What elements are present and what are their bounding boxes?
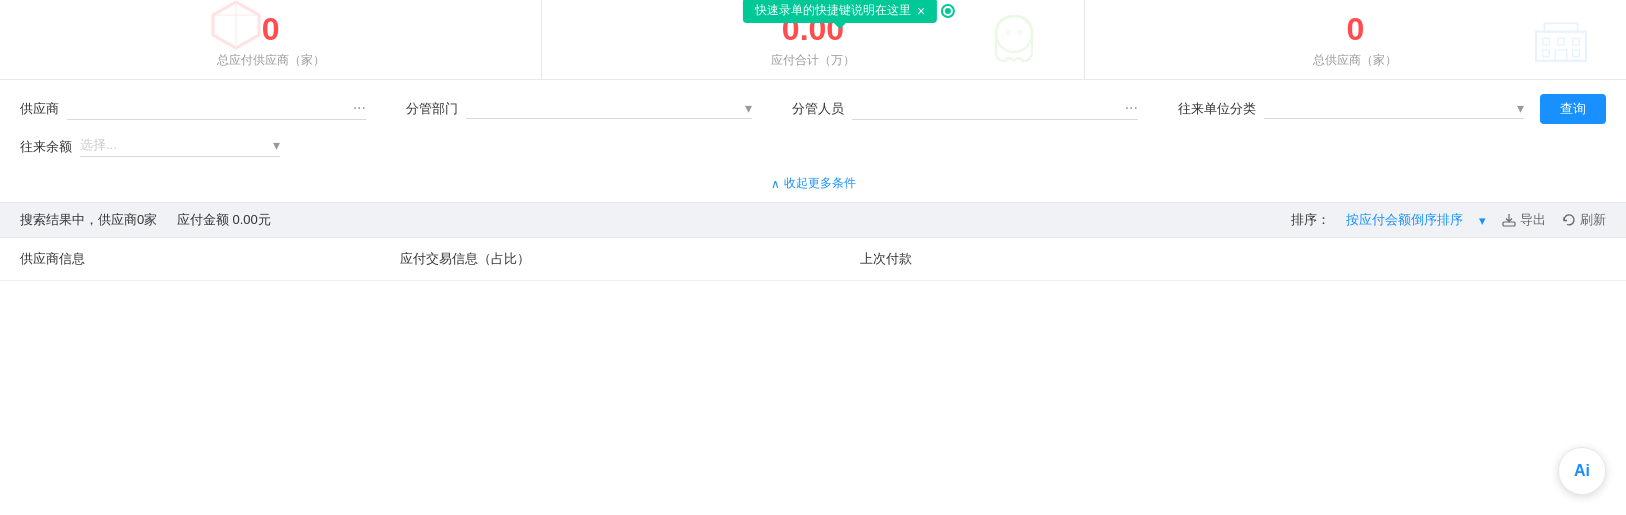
filter-row-1: 供应商 ··· 分管部门 ▾ 分管人员 ··· (20, 94, 1606, 124)
filter-row-2: 往来余额 选择... ▾ (20, 136, 1606, 157)
stat-payable-total: 0.00 应付合计（万） 快速录单的快捷键说明在这里 × (542, 0, 1084, 79)
refresh-label[interactable]: 刷新 (1580, 211, 1606, 229)
manager-label: 分管人员 (792, 100, 844, 118)
refresh-icon (1562, 213, 1576, 227)
balance-select-wrap: 选择... ▾ (80, 136, 280, 157)
collapse-bar: ∧ 收起更多条件 (20, 169, 1606, 202)
unit-category-chevron-icon[interactable]: ▾ (1517, 100, 1524, 116)
payable-total-label: 应付合计（万） (771, 52, 855, 69)
manager-input[interactable] (852, 100, 1121, 115)
svg-rect-13 (1555, 50, 1567, 61)
svg-point-5 (1017, 29, 1023, 35)
collapse-button[interactable]: ∧ 收起更多条件 (771, 175, 856, 192)
collapse-label: 收起更多条件 (784, 175, 856, 192)
total-suppliers-label: 总供应商（家） (1313, 52, 1397, 69)
tooltip-close-btn[interactable]: × (917, 4, 925, 18)
col-last-payment-header: 上次付款 (860, 250, 1606, 268)
department-select-wrap: ▾ (466, 100, 752, 119)
col-supplier-header: 供应商信息 (20, 250, 400, 268)
sort-chevron-icon[interactable]: ▾ (1479, 213, 1486, 228)
svg-rect-8 (1543, 38, 1550, 45)
results-info-area: 搜索结果中，供应商0家 应付金额 0.00元 (20, 211, 271, 229)
building-watermark-icon (1526, 15, 1596, 65)
svg-rect-12 (1573, 50, 1580, 57)
table-header: 供应商信息 应付交易信息（占比） 上次付款 (0, 238, 1626, 281)
svg-point-3 (996, 16, 1032, 52)
unit-category-label: 往来单位分类 (1178, 100, 1256, 118)
export-icon (1502, 213, 1516, 227)
table-body (0, 281, 1626, 515)
total-payable-suppliers-value: 0 (262, 10, 280, 48)
total-suppliers-value: 0 (1346, 10, 1364, 48)
export-button[interactable]: 导出 (1502, 211, 1546, 229)
diamond-logo-icon (211, 0, 261, 50)
supplier-more-icon[interactable]: ··· (353, 99, 366, 117)
stat-total-payable-suppliers: 0 总应付供应商（家） (0, 0, 542, 79)
balance-label: 往来余额 (20, 138, 72, 156)
results-bar: 搜索结果中，供应商0家 应付金额 0.00元 排序： 按应付会额倒序排序 ▾ 导… (0, 203, 1626, 238)
collapse-chevron-up-icon: ∧ (771, 177, 780, 191)
tooltip-text: 快速录单的快捷键说明在这里 (755, 2, 911, 19)
supplier-label: 供应商 (20, 100, 59, 118)
results-amount: 应付金额 0.00元 (177, 212, 271, 227)
supplier-input[interactable] (67, 100, 349, 115)
balance-placeholder: 选择... (80, 136, 269, 154)
filter-balance: 往来余额 选择... ▾ (20, 136, 280, 157)
stat-total-suppliers: 0 总供应商（家） (1085, 0, 1626, 79)
filter-department: 分管部门 ▾ (406, 100, 752, 119)
svg-point-4 (1005, 29, 1011, 35)
refresh-button[interactable]: 刷新 (1562, 211, 1606, 229)
total-payable-suppliers-label: 总应付供应商（家） (217, 52, 325, 69)
stats-bar: 0 总应付供应商（家） 0.00 应付合计（万） 快速录单的快捷键说明在这里 × (0, 0, 1626, 80)
svg-rect-11 (1543, 50, 1550, 57)
department-chevron-icon[interactable]: ▾ (745, 100, 752, 116)
manager-input-wrap: ··· (852, 99, 1138, 120)
supplier-input-wrap: ··· (67, 99, 366, 120)
table-container: 供应商信息 应付交易信息（占比） 上次付款 (0, 238, 1626, 515)
filter-unit-category: 往来单位分类 ▾ (1178, 100, 1524, 119)
manager-more-icon[interactable]: ··· (1125, 99, 1138, 117)
department-label: 分管部门 (406, 100, 458, 118)
results-actions: 排序： 按应付会额倒序排序 ▾ 导出 刷新 (1291, 211, 1606, 229)
unit-category-select-wrap: ▾ (1264, 100, 1524, 119)
shortcut-tooltip: 快速录单的快捷键说明在这里 × (743, 0, 937, 23)
results-count: 搜索结果中，供应商0家 (20, 212, 157, 227)
ghost-watermark-icon (984, 10, 1044, 70)
filter-manager: 分管人员 ··· (792, 99, 1138, 120)
svg-rect-9 (1558, 38, 1565, 45)
balance-chevron-icon[interactable]: ▾ (273, 137, 280, 153)
sort-label: 排序： (1291, 211, 1330, 229)
export-label[interactable]: 导出 (1520, 211, 1546, 229)
col-transaction-header: 应付交易信息（占比） (400, 250, 860, 268)
ai-assistant-button[interactable]: Ai (1558, 447, 1606, 495)
filter-area: 供应商 ··· 分管部门 ▾ 分管人员 ··· (0, 80, 1626, 203)
svg-rect-7 (1544, 23, 1577, 31)
sort-value[interactable]: 按应付会额倒序排序 (1346, 211, 1463, 229)
svg-rect-14 (1503, 222, 1515, 226)
svg-rect-10 (1573, 38, 1580, 45)
tooltip-dot-icon (943, 6, 953, 16)
query-button[interactable]: 查询 (1540, 94, 1606, 124)
filter-supplier: 供应商 ··· (20, 99, 366, 120)
